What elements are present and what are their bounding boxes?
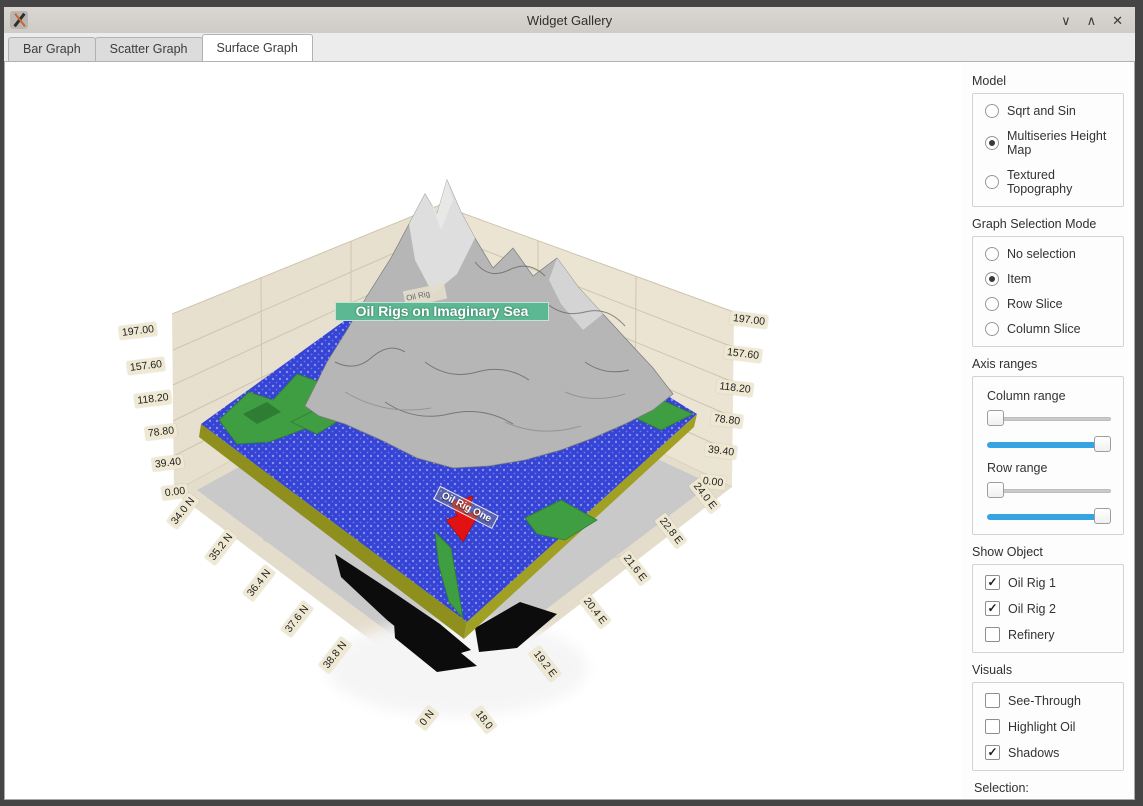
- graph-title: Oil Rigs on Imaginary Sea: [335, 302, 549, 321]
- column-min-handle[interactable]: [987, 410, 1004, 426]
- option-label: Column Slice: [1007, 322, 1081, 336]
- radio-option-item[interactable]: Item: [985, 272, 1113, 286]
- selection-mode-section-label: Graph Selection Mode: [972, 217, 1124, 231]
- radio-option-sqrt-and-sin[interactable]: Sqrt and Sin: [985, 104, 1113, 118]
- content-area: Oil Rig Two Oil Rigs on Imaginary Sea Oi…: [4, 61, 1135, 800]
- axis-ranges-section-label: Axis ranges: [972, 357, 1124, 371]
- surface-graph-canvas[interactable]: Oil Rig Two Oil Rigs on Imaginary Sea Oi…: [5, 62, 962, 799]
- show-object-groupbox: ✓ Oil Rig 1 ✓ Oil Rig 2 Refinery: [972, 564, 1124, 653]
- checkbox-icon[interactable]: [985, 693, 1000, 708]
- option-label: Multiseries Height Map: [1007, 129, 1113, 157]
- radio-icon[interactable]: [985, 322, 999, 336]
- option-label: Oil Rig 1: [1008, 576, 1056, 590]
- option-label: Item: [1007, 272, 1031, 286]
- option-label: Row Slice: [1007, 297, 1063, 311]
- radio-option-multiseries-height-map[interactable]: Multiseries Height Map: [985, 129, 1113, 157]
- minimize-button[interactable]: ∨: [1061, 14, 1071, 27]
- maximize-button[interactable]: ∧: [1087, 14, 1097, 27]
- row-max-handle[interactable]: [1094, 508, 1111, 524]
- column-max-handle[interactable]: [1094, 436, 1111, 452]
- checkbox-option-shadows[interactable]: ✓ Shadows: [985, 745, 1113, 760]
- checkbox-icon[interactable]: [985, 627, 1000, 642]
- radio-icon[interactable]: [985, 247, 999, 261]
- radio-option-column-slice[interactable]: Column Slice: [985, 322, 1113, 336]
- option-label: Shadows: [1008, 746, 1059, 760]
- row-range-min-slider[interactable]: [985, 481, 1113, 500]
- row-min-handle[interactable]: [987, 482, 1004, 498]
- checkbox-option-oil-rig-2[interactable]: ✓ Oil Rig 2: [985, 601, 1113, 616]
- axis-ranges-groupbox: Column range Row range: [972, 376, 1124, 535]
- checkbox-option-oil-rig-1[interactable]: ✓ Oil Rig 1: [985, 575, 1113, 590]
- radio-option-textured-topography[interactable]: Textured Topography: [985, 168, 1113, 196]
- radio-selected-icon[interactable]: [985, 136, 999, 150]
- control-panel: Model Sqrt and Sin Multiseries Height Map…: [962, 62, 1134, 799]
- radio-option-no-selection[interactable]: No selection: [985, 247, 1113, 261]
- option-label: Highlight Oil: [1008, 720, 1075, 734]
- radio-icon[interactable]: [985, 297, 999, 311]
- option-label: Oil Rig 2: [1008, 602, 1056, 616]
- selection-label: Selection:: [974, 781, 1124, 795]
- checkbox-option-see-through[interactable]: See-Through: [985, 693, 1113, 708]
- column-range-max-slider[interactable]: [985, 435, 1113, 454]
- option-label: Refinery: [1008, 628, 1055, 642]
- radio-option-row-slice[interactable]: Row Slice: [985, 297, 1113, 311]
- checkbox-option-refinery[interactable]: Refinery: [985, 627, 1113, 642]
- option-label: See-Through: [1008, 694, 1081, 708]
- tab-scatter-graph[interactable]: Scatter Graph: [95, 37, 203, 61]
- tab-bar-graph[interactable]: Bar Graph: [8, 37, 96, 61]
- selection-mode-groupbox: No selection Item Row Slice Column Slice: [972, 236, 1124, 347]
- show-object-section-label: Show Object: [972, 545, 1124, 559]
- option-label: Textured Topography: [1007, 168, 1113, 196]
- option-label: Sqrt and Sin: [1007, 104, 1076, 118]
- option-label: No selection: [1007, 247, 1076, 261]
- visuals-section-label: Visuals: [972, 663, 1124, 677]
- model-groupbox: Sqrt and Sin Multiseries Height Map Textur…: [972, 93, 1124, 207]
- row-range-label: Row range: [987, 461, 1113, 475]
- close-button[interactable]: ✕: [1112, 14, 1123, 27]
- model-section-label: Model: [972, 74, 1124, 88]
- title-bar[interactable]: Widget Gallery ∨ ∧ ✕: [4, 7, 1135, 33]
- checkbox-checked-icon[interactable]: ✓: [985, 601, 1000, 616]
- column-range-min-slider[interactable]: [985, 409, 1113, 428]
- checkbox-icon[interactable]: [985, 719, 1000, 734]
- row-range-max-slider[interactable]: [985, 507, 1113, 526]
- checkbox-checked-icon[interactable]: ✓: [985, 745, 1000, 760]
- radio-selected-icon[interactable]: [985, 272, 999, 286]
- checkbox-checked-icon[interactable]: ✓: [985, 575, 1000, 590]
- tab-surface-graph[interactable]: Surface Graph: [202, 34, 313, 61]
- checkbox-option-highlight-oil[interactable]: Highlight Oil: [985, 719, 1113, 734]
- visuals-groupbox: See-Through Highlight Oil ✓ Shadows: [972, 682, 1124, 771]
- window-title: Widget Gallery: [4, 13, 1135, 28]
- column-range-label: Column range: [987, 389, 1113, 403]
- radio-icon[interactable]: [985, 104, 999, 118]
- radio-icon[interactable]: [985, 175, 999, 189]
- tab-bar: Bar GraphScatter GraphSurface Graph: [4, 33, 1135, 61]
- app-window: Widget Gallery ∨ ∧ ✕ Bar GraphScatter Gr…: [4, 7, 1135, 800]
